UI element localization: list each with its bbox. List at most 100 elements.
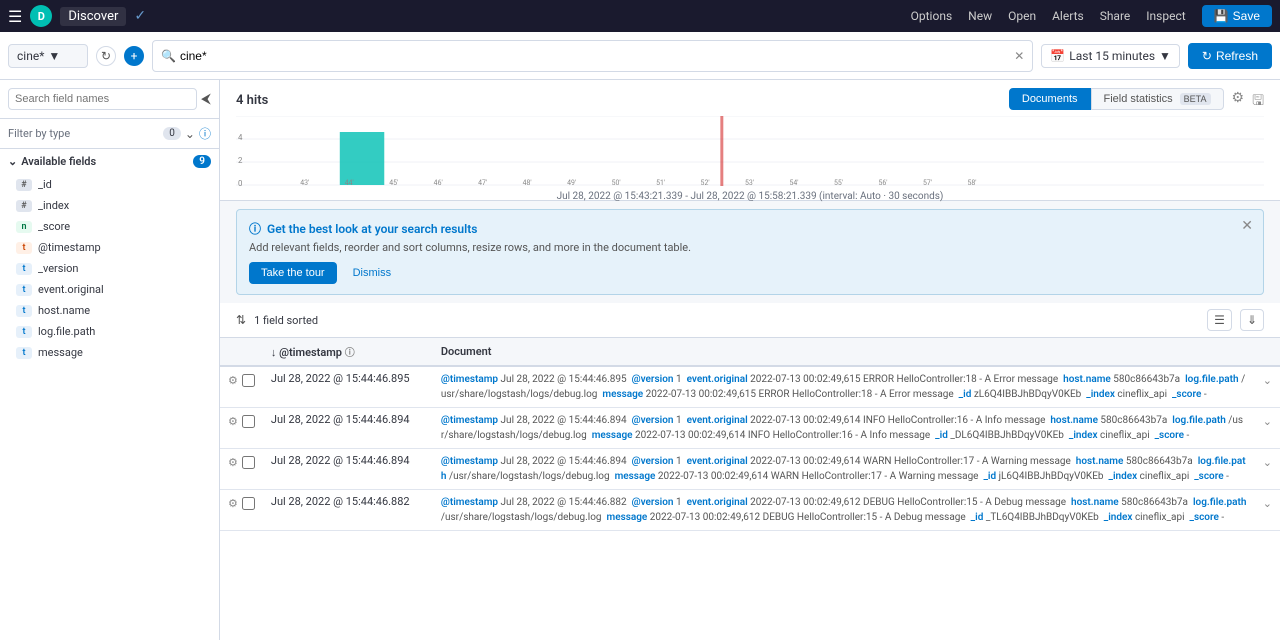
svg-text:51': 51' (656, 179, 665, 186)
refresh-index-button[interactable]: ↻ (96, 46, 116, 66)
svg-text:52': 52' (701, 179, 710, 186)
field-item-event-original[interactable]: t event.original (0, 279, 219, 300)
row-checkbox[interactable] (242, 456, 255, 469)
open-link[interactable]: Open (1008, 9, 1036, 23)
search-bar: 🔍 ✕ (152, 40, 1033, 72)
share-link[interactable]: Share (1100, 9, 1131, 23)
notification-title: ⓘ Get the best look at your search resul… (249, 220, 1251, 237)
svg-text:46': 46' (434, 179, 443, 186)
available-fields-header[interactable]: ⌄ Available fields 9 (0, 149, 219, 174)
svg-text:2: 2 (238, 156, 243, 165)
alerts-link[interactable]: Alerts (1052, 9, 1084, 23)
svg-text:55': 55' (834, 179, 843, 186)
expand-row-icon[interactable]: ⚙ (228, 374, 238, 387)
expand-row-icon[interactable]: ⚙ (228, 456, 238, 469)
document-header: Document (433, 338, 1255, 366)
expand-row-icon[interactable]: ⚙ (228, 415, 238, 428)
field-item-index[interactable]: # _index (0, 195, 219, 216)
new-link[interactable]: New (968, 9, 992, 23)
field-item-message[interactable]: t message (0, 342, 219, 363)
expand-row-button[interactable]: ⌄ (1263, 415, 1272, 428)
settings-icon[interactable]: ⚙ (1232, 90, 1245, 114)
field-name-label: host.name (38, 304, 90, 317)
timestamp-header[interactable]: ↓ @timestamp ⓘ (263, 338, 433, 366)
field-name-label: _score (38, 220, 70, 233)
timestamp-cell: Jul 28, 2022 @ 15:44:46.894 (263, 408, 433, 449)
document-cell: @timestamp Jul 28, 2022 @ 15:44:46.895 @… (433, 366, 1255, 408)
svg-text:4: 4 (238, 133, 243, 142)
sidebar-collapse-icon[interactable]: ⮜ (201, 91, 211, 107)
document-cell: @timestamp Jul 28, 2022 @ 15:44:46.894 @… (433, 408, 1255, 449)
check-icon: ✓ (134, 8, 146, 24)
chart-area: 4 hits Documents Field statistics BETA ⚙… (220, 80, 1280, 201)
timestamp-cell: Jul 28, 2022 @ 15:44:46.894 (263, 449, 433, 490)
row-checkbox[interactable] (242, 497, 255, 510)
download-button[interactable]: ⇓ (1240, 309, 1264, 331)
search-input[interactable] (180, 49, 1010, 63)
row-controls: ⚙ (228, 454, 255, 469)
tab-field-statistics[interactable]: Field statistics BETA (1091, 88, 1224, 110)
search-field-names-input[interactable] (8, 88, 197, 110)
save-icon: 💾 (1214, 9, 1229, 23)
second-bar: cine* ▼ ↻ + 🔍 ✕ 📅 Last 15 minutes ▼ ↻ Re… (0, 32, 1280, 80)
row-controls: ⚙ (228, 372, 255, 387)
field-type-badge: t (16, 284, 32, 296)
expand-row-button[interactable]: ⌄ (1263, 497, 1272, 510)
document-cell: @timestamp Jul 28, 2022 @ 15:44:46.882 @… (433, 490, 1255, 531)
row-checkbox[interactable] (242, 415, 255, 428)
field-item-id[interactable]: # _id (0, 174, 219, 195)
field-name-label: _id (38, 178, 52, 191)
avatar: D (30, 5, 52, 27)
dismiss-button[interactable]: Dismiss (345, 262, 400, 284)
inspect-link[interactable]: Inspect (1146, 9, 1185, 23)
app-name[interactable]: Discover (60, 7, 126, 26)
options-link[interactable]: Options (911, 9, 953, 23)
row-checkbox[interactable] (242, 374, 255, 387)
expand-row-button[interactable]: ⌄ (1263, 374, 1272, 387)
field-item-score[interactable]: n _score (0, 216, 219, 237)
close-notification-icon[interactable]: ✕ (1241, 218, 1253, 234)
clear-search-icon[interactable]: ✕ (1014, 49, 1024, 63)
svg-text:43': 43' (300, 179, 309, 186)
field-name-label: event.original (38, 283, 104, 296)
available-fields-count: 9 (193, 155, 211, 168)
field-name-label: @timestamp (38, 241, 101, 254)
notification-body: Add relevant fields, reorder and sort co… (249, 241, 1251, 254)
sort-info: 1 field sorted (254, 314, 318, 327)
save-chart-icon[interactable]: 🖫 (1252, 90, 1264, 114)
beta-badge: BETA (1180, 93, 1211, 105)
filter-chevron-icon[interactable]: ⌄ (185, 127, 195, 141)
expand-row-icon[interactable]: ⚙ (228, 497, 238, 510)
chevron-down-icon: ⌄ (8, 155, 17, 168)
table-toolbar: ⇅ 1 field sorted ☰ ⇓ (220, 303, 1280, 338)
refresh-button[interactable]: ↻ Refresh (1188, 43, 1272, 69)
field-name-label: message (38, 346, 83, 359)
chevron-down-icon: ▼ (48, 49, 60, 63)
field-item-log-file-path[interactable]: t log.file.path (0, 321, 219, 342)
time-range-picker[interactable]: 📅 Last 15 minutes ▼ (1041, 44, 1180, 68)
calendar-icon: 📅 (1050, 49, 1065, 63)
add-field-button[interactable]: + (124, 46, 144, 66)
field-item-timestamp[interactable]: t @timestamp (0, 237, 219, 258)
save-button[interactable]: 💾 Save (1202, 5, 1272, 27)
svg-text:45': 45' (389, 179, 398, 186)
take-tour-button[interactable]: Take the tour (249, 262, 337, 284)
sort-icon: ⇅ (236, 313, 246, 327)
svg-text:58': 58' (967, 179, 976, 186)
field-type-badge: n (16, 221, 32, 233)
tab-documents[interactable]: Documents (1009, 88, 1091, 110)
chart-time-range: Jul 28, 2022 @ 15:43:21.339 - Jul 28, 20… (236, 191, 1264, 202)
table-row: ⚙ Jul 28, 2022 @ 15:44:46.894 @timestamp… (220, 449, 1280, 490)
expand-row-button[interactable]: ⌄ (1263, 456, 1272, 469)
hamburger-icon[interactable]: ☰ (8, 7, 22, 26)
field-type-badge: # (16, 179, 32, 191)
columns-button[interactable]: ☰ (1207, 309, 1232, 331)
field-name-label: _version (38, 262, 78, 275)
chart-tabs: Documents Field statistics BETA (1009, 88, 1224, 110)
index-selector[interactable]: cine* ▼ (8, 44, 88, 68)
filter-info-icon[interactable]: ⓘ (199, 125, 211, 142)
results-table: ↓ @timestamp ⓘ Document ⚙ (220, 338, 1280, 531)
field-item-host-name[interactable]: t host.name (0, 300, 219, 321)
field-item-version[interactable]: t _version (0, 258, 219, 279)
timestamp-cell: Jul 28, 2022 @ 15:44:46.895 (263, 366, 433, 408)
